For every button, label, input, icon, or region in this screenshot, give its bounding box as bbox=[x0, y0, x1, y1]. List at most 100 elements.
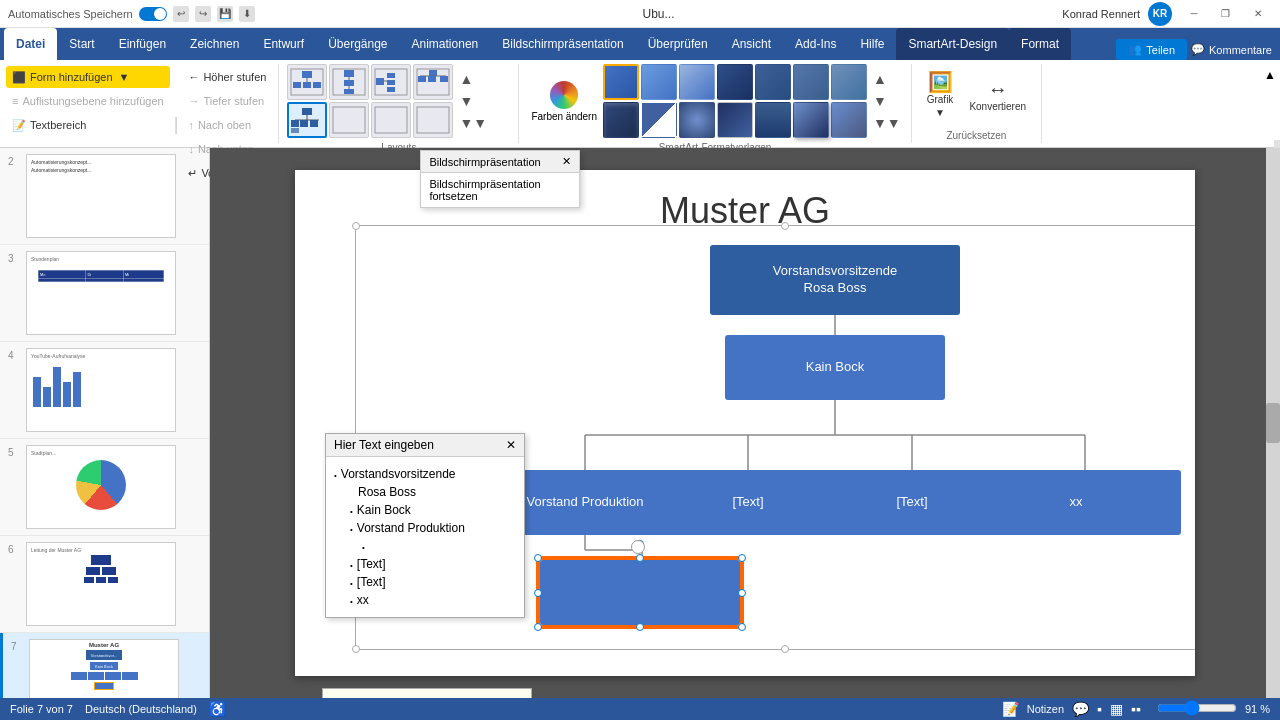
farben-aendern-btn[interactable]: Farben ändern bbox=[527, 77, 601, 126]
org-box-xx[interactable]: xx bbox=[971, 470, 1181, 535]
style-swatch-10[interactable] bbox=[679, 102, 715, 138]
tab-entwurf[interactable]: Entwurf bbox=[251, 28, 316, 60]
text-item-label-5[interactable]: [Text] bbox=[357, 557, 386, 571]
handle-br[interactable] bbox=[738, 623, 746, 631]
layout-swatch-6[interactable] bbox=[329, 102, 369, 138]
text-item-label-7[interactable]: xx bbox=[357, 593, 369, 607]
tab-ansicht[interactable]: Ansicht bbox=[720, 28, 783, 60]
slide-thumb-4[interactable]: 4 YouTube-Aufrufsanalyse bbox=[0, 342, 209, 439]
tab-zeichnen[interactable]: Zeichnen bbox=[178, 28, 251, 60]
style-swatch-7[interactable] bbox=[831, 64, 867, 100]
text-panel-close-icon[interactable]: ✕ bbox=[506, 438, 516, 452]
layout-swatch-1[interactable] bbox=[287, 64, 327, 100]
redo-btn[interactable]: ↪ bbox=[195, 6, 211, 22]
user-avatar[interactable]: KR bbox=[1148, 2, 1172, 26]
layout-scroll-down[interactable]: ▼ bbox=[457, 91, 489, 111]
styles-scroll-down[interactable]: ▼ bbox=[871, 91, 903, 111]
layout-scroll-expand[interactable]: ▼▼ bbox=[457, 113, 489, 133]
style-swatch-9[interactable] bbox=[641, 102, 677, 138]
text-item-label-2[interactable]: Kain Bock bbox=[357, 503, 411, 517]
svg-rect-24 bbox=[302, 108, 312, 115]
style-swatch-8[interactable] bbox=[603, 102, 639, 138]
text-item-label-0[interactable]: Vorstandsvorsitzende bbox=[341, 467, 456, 481]
layout-swatch-7[interactable] bbox=[371, 102, 411, 138]
org-box-top[interactable]: Vorstandsvorsitzende Rosa Boss bbox=[710, 245, 960, 315]
org-box-grandchild[interactable] bbox=[540, 560, 740, 625]
quickaccess-btn[interactable]: ⬇ bbox=[239, 6, 255, 22]
grafik-btn[interactable]: 🖼️ Grafik ▼ bbox=[920, 65, 961, 125]
layout-swatch-8[interactable] bbox=[413, 102, 453, 138]
minimize-btn[interactable]: ─ bbox=[1180, 4, 1208, 24]
zoom-slider[interactable] bbox=[1157, 700, 1237, 716]
rotate-circle[interactable] bbox=[631, 540, 645, 554]
layout-swatch-2[interactable] bbox=[329, 64, 369, 100]
konvertieren-btn[interactable]: ↔️ Konvertieren bbox=[962, 65, 1033, 125]
org-box-top-line1: Vorstandsvorsitzende bbox=[773, 263, 897, 280]
outer-handle-bl[interactable] bbox=[352, 645, 360, 653]
tab-bildschirm[interactable]: Bildschirmpräsentation bbox=[490, 28, 635, 60]
style-swatch-1[interactable] bbox=[603, 64, 639, 100]
view-normal-icon[interactable]: ▪ bbox=[1097, 701, 1102, 717]
styles-scroll-expand[interactable]: ▼▼ bbox=[871, 113, 903, 133]
outer-handle-bottom[interactable] bbox=[781, 645, 789, 653]
tab-start[interactable]: Start bbox=[57, 28, 106, 60]
style-swatch-5[interactable] bbox=[755, 64, 791, 100]
tab-hilfe[interactable]: Hilfe bbox=[848, 28, 896, 60]
text-item-label-1[interactable]: Rosa Boss bbox=[358, 485, 416, 499]
text-item-label-3[interactable]: Vorstand Produktion bbox=[357, 521, 465, 535]
comments-button[interactable]: 💬 Kommentare bbox=[1191, 43, 1272, 56]
textbereich-btn[interactable]: 📝 Textbereich bbox=[6, 114, 170, 136]
tab-format[interactable]: Format bbox=[1009, 28, 1071, 60]
style-swatch-11[interactable] bbox=[717, 102, 753, 138]
tab-datei[interactable]: Datei bbox=[4, 28, 57, 60]
restore-btn[interactable]: ❐ bbox=[1212, 4, 1240, 24]
styles-scroll-up[interactable]: ▲ bbox=[871, 69, 903, 89]
hoeher-stufen-btn[interactable]: ← Höher stufen bbox=[182, 66, 272, 88]
tab-uebergaenge[interactable]: Übergänge bbox=[316, 28, 399, 60]
close-btn[interactable]: ✕ bbox=[1244, 4, 1272, 24]
dropdown-arrow-icon[interactable]: ▼ bbox=[119, 71, 130, 83]
notes-icon[interactable]: 📝 bbox=[1002, 701, 1019, 717]
tab-addins[interactable]: Add-Ins bbox=[783, 28, 848, 60]
style-swatch-14[interactable] bbox=[831, 102, 867, 138]
dropdown-option-continue[interactable]: Bildschirmpräsentation fortsetzen bbox=[421, 173, 579, 207]
share-button[interactable]: 👥 Teilen bbox=[1116, 39, 1187, 60]
slide-thumb-6[interactable]: 6 Leitung der Muster AG bbox=[0, 536, 209, 633]
canvas-scroll-thumb[interactable] bbox=[1266, 403, 1280, 443]
style-swatch-3[interactable] bbox=[679, 64, 715, 100]
tab-einfuegen[interactable]: Einfügen bbox=[107, 28, 178, 60]
tab-ueberpruefen[interactable]: Überprüfen bbox=[636, 28, 720, 60]
view-outline-icon[interactable]: ▦ bbox=[1110, 701, 1123, 717]
style-swatch-2[interactable] bbox=[641, 64, 677, 100]
slide-thumb-7[interactable]: 7 Muster AG Vorstandsvor... Kain Bock bbox=[0, 633, 209, 698]
view-slide-icon[interactable]: ▪▪ bbox=[1131, 701, 1141, 717]
comments-icon[interactable]: 💬 bbox=[1072, 701, 1089, 717]
text-item-label-6[interactable]: [Text] bbox=[357, 575, 386, 589]
canvas-vscrollbar[interactable] bbox=[1266, 148, 1280, 698]
slide-thumb-5[interactable]: 5 Stadtplan... bbox=[0, 439, 209, 536]
autosave-toggle[interactable] bbox=[139, 7, 167, 21]
bildschirm-dropdown[interactable]: Bildschirmpräsentation ✕ Bildschirmpräse… bbox=[420, 150, 580, 208]
layout-scroll-up[interactable]: ▲ bbox=[457, 69, 489, 89]
notes-btn[interactable]: Notizen bbox=[1027, 703, 1064, 715]
layout-swatch-5[interactable] bbox=[287, 102, 327, 138]
form-hinzufuegen-btn[interactable]: ⬛ Form hinzufügen ▼ bbox=[6, 66, 170, 88]
outer-handle-tl[interactable] bbox=[352, 222, 360, 230]
dropdown-close-icon[interactable]: ✕ bbox=[562, 155, 571, 168]
autosave-switch[interactable] bbox=[139, 7, 167, 21]
collapse-ribbon-btn[interactable]: ▲ bbox=[1260, 64, 1280, 143]
style-swatch-12[interactable] bbox=[755, 102, 791, 138]
save-btn[interactable]: 💾 bbox=[217, 6, 233, 22]
tab-animationen[interactable]: Animationen bbox=[400, 28, 491, 60]
org-box-kain-bock[interactable]: Kain Bock bbox=[725, 335, 945, 400]
accessibility-icon[interactable]: ♿ bbox=[209, 701, 226, 717]
style-swatch-4[interactable] bbox=[717, 64, 753, 100]
slide-thumb-2[interactable]: 2 Automatisierungskonzept... Automatisie… bbox=[0, 148, 209, 245]
slide-thumb-3[interactable]: 3 Stundenplan MoDiMi bbox=[0, 245, 209, 342]
layout-swatch-4[interactable] bbox=[413, 64, 453, 100]
undo-btn[interactable]: ↩ bbox=[173, 6, 189, 22]
style-swatch-6[interactable] bbox=[793, 64, 829, 100]
layout-swatch-3[interactable] bbox=[371, 64, 411, 100]
style-swatch-13[interactable] bbox=[793, 102, 829, 138]
tab-smartart-design[interactable]: SmartArt-Design bbox=[896, 28, 1009, 60]
